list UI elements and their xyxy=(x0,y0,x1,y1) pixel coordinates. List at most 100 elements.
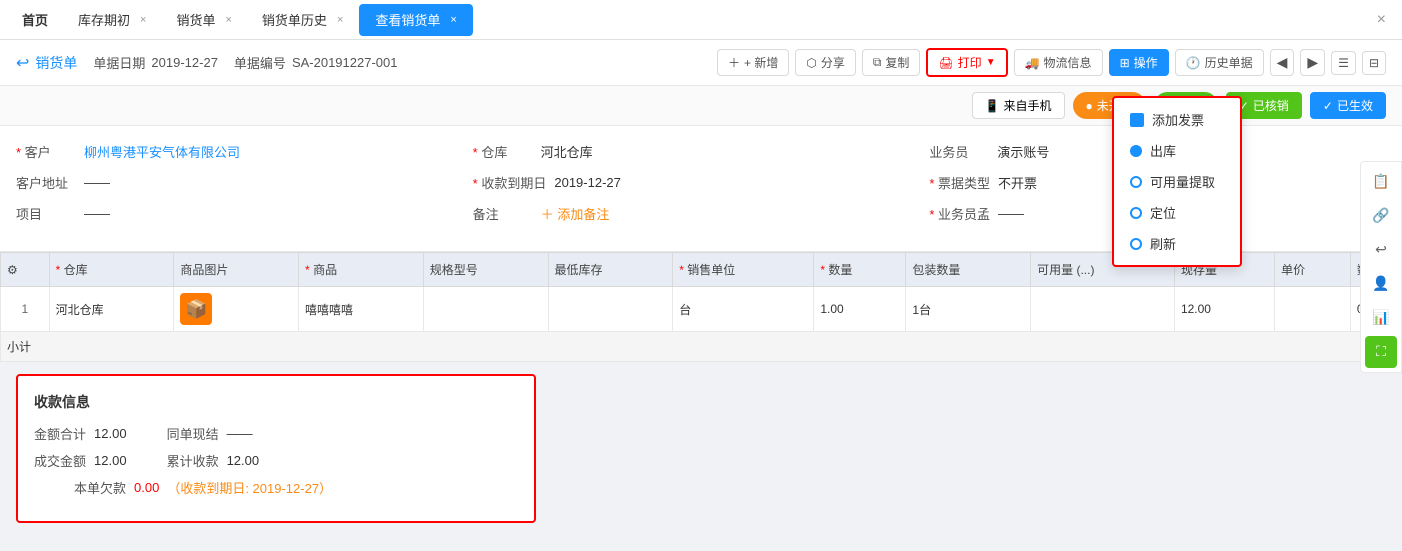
warehouse-field: 仓库 河北仓库 xyxy=(473,142,930,161)
tab-xiaohuo[interactable]: 销货单 × xyxy=(162,4,245,36)
tab-kucun[interactable]: 库存期初 × xyxy=(64,4,160,36)
grid-icon: ⊞ xyxy=(1120,56,1130,70)
add-button[interactable]: ＋ + 新增 xyxy=(717,49,789,76)
salesperson-value: 演示账号 xyxy=(997,142,1049,161)
note-add: ＋ 添加备注 xyxy=(541,204,610,223)
prev-button[interactable]: ◀ xyxy=(1270,49,1295,76)
tab-bar: 首页 库存期初 × 销货单 × 销货单历史 × 查看销货单 × × xyxy=(0,0,1402,40)
doc-type-label: 销货单 xyxy=(35,53,77,73)
tab-history-close[interactable]: × xyxy=(337,14,343,26)
add-icon: ＋ xyxy=(728,54,740,71)
tab-home[interactable]: 首页 xyxy=(8,4,62,36)
th-spec: 规格型号 xyxy=(423,253,548,287)
window-close[interactable]: × xyxy=(1369,11,1394,29)
note-add-label[interactable]: 添加备注 xyxy=(557,207,609,222)
doc-meta: 单据日期 2019-12-27 单据编号 SA-20191227-001 xyxy=(93,53,397,72)
sidebar-icon-5[interactable]: 📊 xyxy=(1365,302,1397,334)
tab-query-close[interactable]: × xyxy=(450,14,456,26)
deal-value: 12.00 xyxy=(94,453,127,468)
row-unit: 台 xyxy=(673,287,814,332)
payment-total: 金额合计 12.00 xyxy=(34,424,127,443)
available-extract-icon xyxy=(1130,176,1142,188)
address-field: 客户地址 —— xyxy=(16,173,473,192)
sidebar-icon-4[interactable]: 👤 xyxy=(1365,268,1397,300)
doc-date-field: 单据日期 2019-12-27 xyxy=(93,53,218,72)
sidebar-icon-expand[interactable]: ⛶ xyxy=(1365,336,1397,368)
menu-refresh[interactable]: 刷新 xyxy=(1114,228,1240,259)
doc-date-value: 2019-12-27 xyxy=(151,55,218,70)
th-warehouse: 仓库 xyxy=(49,253,174,287)
share-label: 分享 xyxy=(821,54,845,71)
row-warehouse: 河北仓库 xyxy=(49,287,174,332)
copy-button[interactable]: ⧉ 复制 xyxy=(862,49,921,76)
dropdown-menu: 添加发票 出库 可用量提取 定位 刷新 xyxy=(1112,96,1242,267)
th-img: 商品图片 xyxy=(174,253,299,287)
print-icon: 🖨 xyxy=(938,56,953,70)
add-invoice-icon xyxy=(1130,113,1144,127)
owe-label: 本单欠款 xyxy=(74,478,126,497)
same-settle-value: —— xyxy=(227,426,253,441)
subtotal-cell: 小计 xyxy=(1,332,1402,362)
tab-xiaohuo-close[interactable]: × xyxy=(225,14,231,26)
tab-history[interactable]: 销货单历史 × xyxy=(248,4,357,36)
payment-received: 累计收款 12.00 xyxy=(167,451,260,470)
row-product: 嘻嘻嘻嘻 xyxy=(299,287,424,332)
salesperson-label: 业务员 xyxy=(929,142,989,161)
table-area: ⚙ 仓库 商品图片 商品 规格型号 最低库存 销售单位 数量 包装数量 可用量 … xyxy=(0,252,1402,362)
deal-label: 成交金额 xyxy=(34,451,86,470)
received-label: 累计收款 xyxy=(167,451,219,470)
next-button[interactable]: ▶ xyxy=(1300,49,1325,76)
row-pack-qty: 1台 xyxy=(906,287,1031,332)
history-button[interactable]: 🕐 历史单据 xyxy=(1175,49,1264,76)
add-invoice-label: 添加发票 xyxy=(1152,110,1204,129)
caozuo-button[interactable]: ⊞ 操作 xyxy=(1109,49,1169,76)
copy-icon: ⧉ xyxy=(873,55,882,70)
tab-query-label: 查看销货单 xyxy=(375,10,440,29)
tab-kucun-label: 库存期初 xyxy=(78,10,130,29)
history-label: 历史单据 xyxy=(1205,54,1253,71)
th-settings[interactable]: ⚙ xyxy=(1,253,50,287)
tab-kucun-close[interactable]: × xyxy=(140,14,146,26)
refresh-icon xyxy=(1130,238,1142,250)
grid-view-button[interactable]: ⊟ xyxy=(1362,51,1386,75)
row-img: 📦 xyxy=(174,287,299,332)
th-unit: 销售单位 xyxy=(673,253,814,287)
payment-row-1: 金额合计 12.00 同单现结 —— xyxy=(34,424,518,443)
sidebar-icon-3[interactable]: ↩ xyxy=(1365,234,1397,266)
shengxiao-button[interactable]: ✓ 已生效 xyxy=(1310,92,1386,119)
salesperson2-value: —— xyxy=(998,206,1024,221)
sidebar-icon-1[interactable]: 📋 xyxy=(1365,166,1397,198)
payment-section: 收款信息 金额合计 12.00 同单现结 —— 成交金额 12.00 累计收款 xyxy=(16,374,536,523)
shengxiao-label: 已生效 xyxy=(1337,97,1373,114)
payment-date-value: 2019-12-27 xyxy=(554,175,621,190)
same-settle-label: 同单现结 xyxy=(167,424,219,443)
share-button[interactable]: ⬡ 分享 xyxy=(795,49,856,76)
tab-query[interactable]: 查看销货单 × xyxy=(359,4,472,36)
menu-locate[interactable]: 定位 xyxy=(1114,197,1240,228)
laizi-button[interactable]: 📱 来自手机 xyxy=(972,92,1065,119)
caozuo-label: 操作 xyxy=(1134,54,1158,71)
customer-value[interactable]: 柳州粤港平安气体有限公司 xyxy=(84,142,240,161)
menu-outbound[interactable]: 出库 xyxy=(1114,135,1240,166)
th-qty: 数量 xyxy=(814,253,906,287)
history-icon: 🕐 xyxy=(1186,56,1201,70)
doc-title: ↩ 销货单 xyxy=(16,53,77,73)
list-view-button[interactable]: ☰ xyxy=(1331,51,1356,75)
th-pack-qty: 包装数量 xyxy=(906,253,1031,287)
tab-home-label: 首页 xyxy=(22,10,48,29)
wuliu-button[interactable]: 🚚 物流信息 xyxy=(1014,49,1103,76)
menu-add-invoice[interactable]: 添加发票 xyxy=(1114,104,1240,135)
payment-deal: 成交金额 12.00 xyxy=(34,451,127,470)
data-table: ⚙ 仓库 商品图片 商品 规格型号 最低库存 销售单位 数量 包装数量 可用量 … xyxy=(0,252,1402,362)
print-button[interactable]: 🖨 打印 ▼ xyxy=(926,48,1007,77)
table-row: 1 河北仓库 📦 嘻嘻嘻嘻 台 1.00 1台 12.00 xyxy=(1,287,1402,332)
customer-field: 客户 柳州粤港平安气体有限公司 xyxy=(16,142,473,161)
row-num: 1 xyxy=(1,287,50,332)
payment-date-field: 收款到期日 2019-12-27 xyxy=(473,173,930,192)
menu-available-extract[interactable]: 可用量提取 xyxy=(1114,166,1240,197)
address-label: 客户地址 xyxy=(16,173,76,192)
owe-suffix: （收款到期日: 2019-12-27） xyxy=(167,478,332,497)
sidebar-icon-2[interactable]: 🔗 xyxy=(1365,200,1397,232)
tab-history-label: 销货单历史 xyxy=(262,10,327,29)
payment-row-3: 本单欠款 0.00 （收款到期日: 2019-12-27） xyxy=(34,478,518,497)
